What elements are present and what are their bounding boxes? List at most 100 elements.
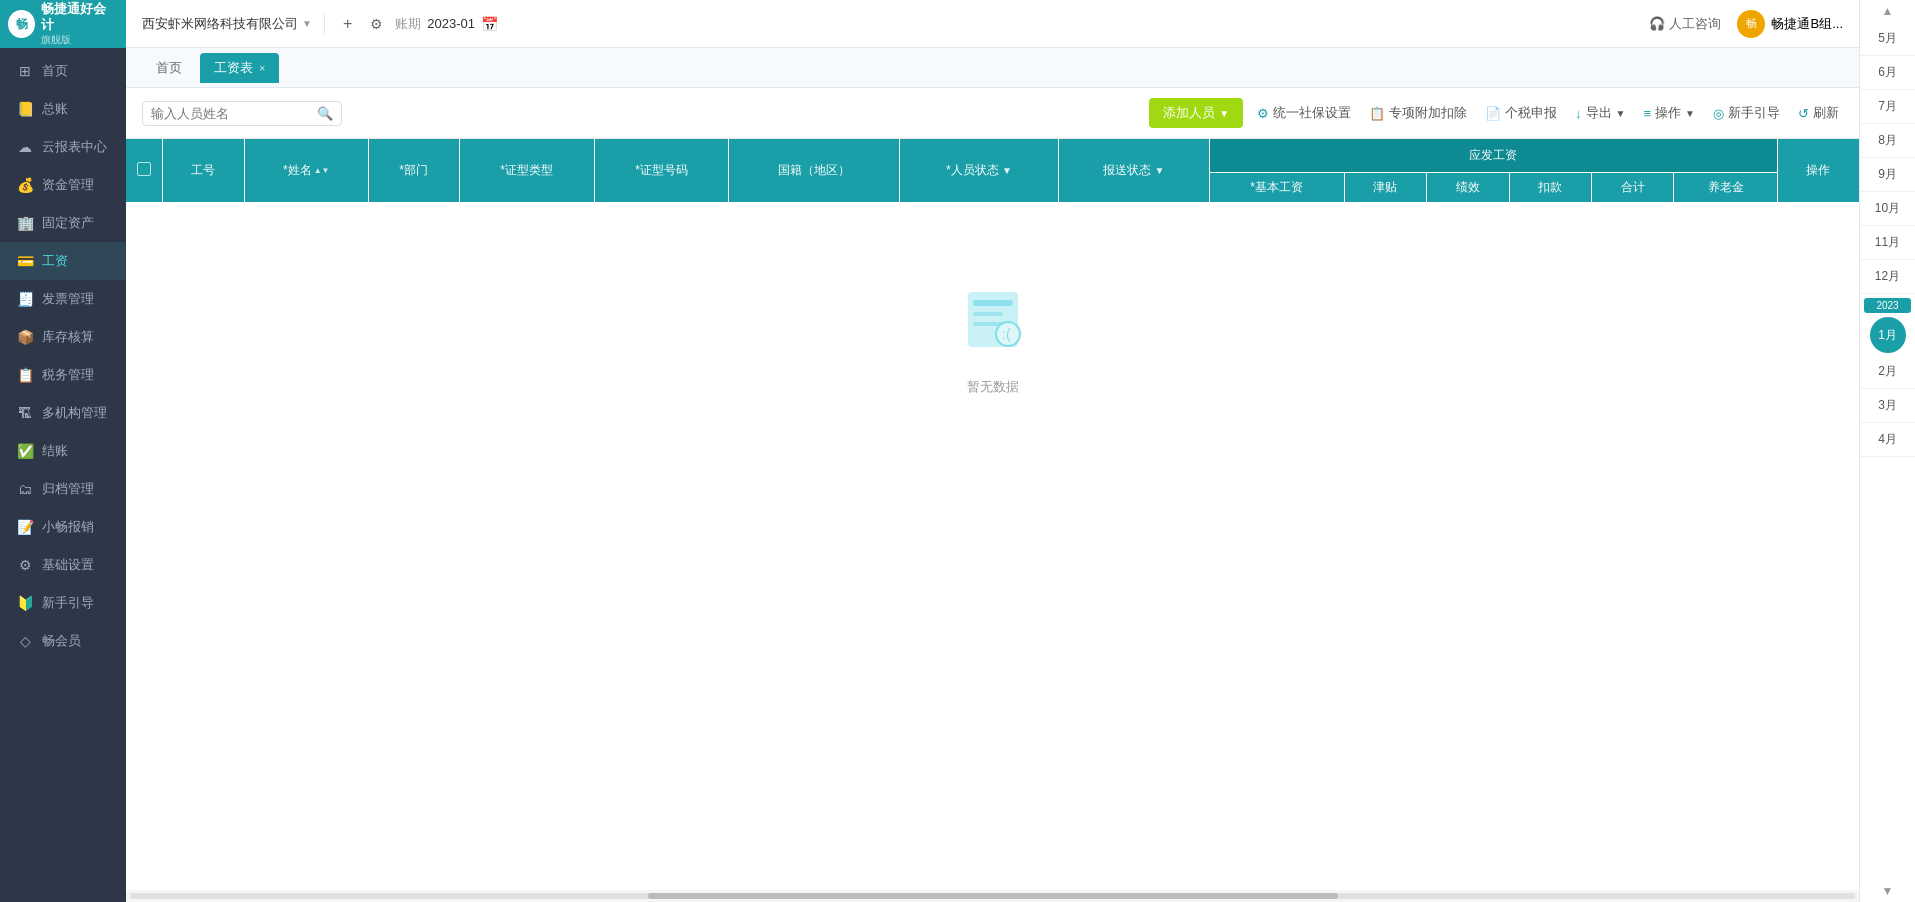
- sidebar-label-capital: 资金管理: [42, 176, 94, 194]
- user-menu[interactable]: 畅 畅捷通B组...: [1737, 10, 1843, 38]
- month-item-11[interactable]: 11月: [1860, 226, 1915, 260]
- sidebar-item-inventory[interactable]: 📦库存核算: [0, 318, 126, 356]
- avatar: 畅: [1737, 10, 1765, 38]
- horizontal-scrollbar[interactable]: [126, 890, 1859, 902]
- sidebar-item-capital[interactable]: 💰资金管理: [0, 166, 126, 204]
- sidebar-nav: ⊞首页📒总账☁云报表中心💰资金管理🏢固定资产💳工资🧾发票管理📦库存核算📋税务管理…: [0, 48, 126, 902]
- th-status[interactable]: *人员状态 ▼: [899, 139, 1058, 202]
- sidebar-label-archive: 归档管理: [42, 480, 94, 498]
- th-emp-no-label: 工号: [191, 163, 215, 177]
- refresh-icon: ↺: [1798, 106, 1809, 121]
- sidebar-item-invoice[interactable]: 🧾发票管理: [0, 280, 126, 318]
- month-item-10[interactable]: 10月: [1860, 192, 1915, 226]
- sidebar-icon-settings: ⚙: [16, 557, 34, 573]
- tab-home-label: 首页: [156, 59, 182, 77]
- topbar-add-button[interactable]: +: [337, 13, 358, 35]
- month-item-6[interactable]: 6月: [1860, 56, 1915, 90]
- sidebar-label-settings: 基础设置: [42, 556, 94, 574]
- sidebar-label-salary: 工资: [42, 252, 68, 270]
- th-emp-no: 工号: [162, 139, 244, 202]
- company-selector[interactable]: 西安虾米网络科技有限公司 ▼: [142, 15, 312, 33]
- scrollbar-thumb[interactable]: [648, 893, 1338, 899]
- tab-salary-table[interactable]: 工资表 ×: [200, 53, 279, 83]
- sidebar-icon-settle: ✅: [16, 443, 34, 459]
- sidebar-item-expense[interactable]: 📝小畅报销: [0, 508, 126, 546]
- topbar-right: 🎧 人工咨询 畅 畅捷通B组...: [1649, 10, 1843, 38]
- th-nationality: 国籍（地区）: [729, 139, 899, 202]
- empty-text: 暂无数据: [967, 378, 1019, 396]
- sidebar-item-tax[interactable]: 📋税务管理: [0, 356, 126, 394]
- search-wrap: 🔍: [142, 101, 342, 126]
- sidebar-item-assets[interactable]: 🏢固定资产: [0, 204, 126, 242]
- sidebar-item-multiorg[interactable]: 🏗多机构管理: [0, 394, 126, 432]
- headset-icon: 🎧: [1649, 16, 1665, 31]
- month-item-8[interactable]: 8月: [1860, 124, 1915, 158]
- month-item-2[interactable]: 2月: [1860, 355, 1915, 389]
- tab-home[interactable]: 首页: [142, 53, 196, 83]
- month-item-1[interactable]: 1月: [1870, 317, 1906, 353]
- sidebar-item-archive[interactable]: 🗂归档管理: [0, 470, 126, 508]
- tax-filing-button[interactable]: 📄 个税申报: [1481, 104, 1561, 122]
- search-input[interactable]: [151, 106, 311, 121]
- topbar: 西安虾米网络科技有限公司 ▼ + ⚙ 账期 2023-01 📅 🎧 人工咨询 畅…: [126, 0, 1859, 48]
- th-name[interactable]: *姓名 ▲▼: [244, 139, 368, 202]
- special-deduction-label: 专项附加扣除: [1389, 104, 1467, 122]
- sidebar-item-member[interactable]: ◇畅会员: [0, 622, 126, 660]
- export-arrow-icon: ▼: [1616, 108, 1626, 119]
- svg-rect-2: [973, 312, 1003, 316]
- search-icon: 🔍: [317, 106, 333, 121]
- panel-scroll-down[interactable]: ▼: [1860, 880, 1915, 902]
- add-person-button[interactable]: 添加人员 ▼: [1149, 98, 1243, 128]
- table-header-row: 工号 *姓名 ▲▼ *部门 *证型类型: [126, 139, 1859, 173]
- content-area: 🔍 添加人员 ▼ ⚙ 统一社保设置 📋 专项附加扣除 📄 个税申报: [126, 88, 1859, 902]
- calendar-icon[interactable]: 📅: [481, 16, 498, 32]
- tax-filing-icon: 📄: [1485, 106, 1501, 121]
- month-item-7[interactable]: 7月: [1860, 90, 1915, 124]
- sidebar-item-guide[interactable]: 🔰新手引导: [0, 584, 126, 622]
- operations-label: 操作: [1655, 104, 1681, 122]
- month-item-3[interactable]: 3月: [1860, 389, 1915, 423]
- th-action-label: 操作: [1806, 163, 1830, 177]
- service-button[interactable]: 🎧 人工咨询: [1649, 15, 1721, 33]
- sidebar-icon-invoice: 🧾: [16, 291, 34, 307]
- social-security-label: 统一社保设置: [1273, 104, 1351, 122]
- right-month-panel: ▲ 5月6月7月8月9月10月11月12月20231月2月3月4月 ▼: [1859, 0, 1915, 902]
- th-report-status[interactable]: 报送状态 ▼: [1059, 139, 1210, 202]
- operations-icon: ≡: [1644, 106, 1652, 121]
- sidebar-item-settings[interactable]: ⚙ 基础设置: [0, 546, 126, 584]
- refresh-button[interactable]: ↺ 刷新: [1794, 104, 1843, 122]
- tab-bar: 首页 工资表 ×: [126, 48, 1859, 88]
- tax-filing-label: 个税申报: [1505, 104, 1557, 122]
- operations-button[interactable]: ≡ 操作 ▼: [1640, 104, 1700, 122]
- export-label: 导出: [1586, 104, 1612, 122]
- panel-scroll-up[interactable]: ▲: [1860, 0, 1915, 22]
- month-item-4[interactable]: 4月: [1860, 423, 1915, 457]
- sidebar-item-report[interactable]: ☁云报表中心: [0, 128, 126, 166]
- app-title: 畅捷通好会计: [41, 1, 118, 32]
- topbar-period: 账期 2023-01 📅: [395, 15, 498, 33]
- month-item-9[interactable]: 9月: [1860, 158, 1915, 192]
- sidebar-icon-tax: 📋: [16, 367, 34, 383]
- sidebar-item-settle[interactable]: ✅结账: [0, 432, 126, 470]
- new-guide-button[interactable]: ◎ 新手引导: [1709, 104, 1784, 122]
- export-button[interactable]: ↓ 导出 ▼: [1571, 104, 1629, 122]
- sidebar-label-ledger: 总账: [42, 100, 68, 118]
- th-status-label: *人员状态: [946, 163, 999, 177]
- toolbar-right: 添加人员 ▼ ⚙ 统一社保设置 📋 专项附加扣除 📄 个税申报 ↓ 导出: [1149, 98, 1843, 128]
- sidebar-item-salary[interactable]: 💳工资: [0, 242, 126, 280]
- sidebar-item-home[interactable]: ⊞首页: [0, 52, 126, 90]
- special-deduction-button[interactable]: 📋 专项附加扣除: [1365, 104, 1471, 122]
- new-guide-icon: ◎: [1713, 106, 1724, 121]
- select-all-checkbox[interactable]: [137, 162, 151, 176]
- sidebar-item-ledger[interactable]: 📒总账: [0, 90, 126, 128]
- sidebar-icon-member: ◇: [16, 633, 34, 649]
- topbar-settings-icon[interactable]: ⚙: [370, 16, 383, 32]
- month-item-5[interactable]: 5月: [1860, 22, 1915, 56]
- month-item-12[interactable]: 12月: [1860, 260, 1915, 294]
- social-security-button[interactable]: ⚙ 统一社保设置: [1253, 104, 1355, 122]
- period-label: 账期: [395, 15, 421, 33]
- th-id-no: *证型号码: [594, 139, 729, 202]
- th-checkbox[interactable]: [126, 139, 162, 202]
- sidebar-label-home: 首页: [42, 62, 68, 80]
- tab-close-icon[interactable]: ×: [259, 62, 265, 74]
